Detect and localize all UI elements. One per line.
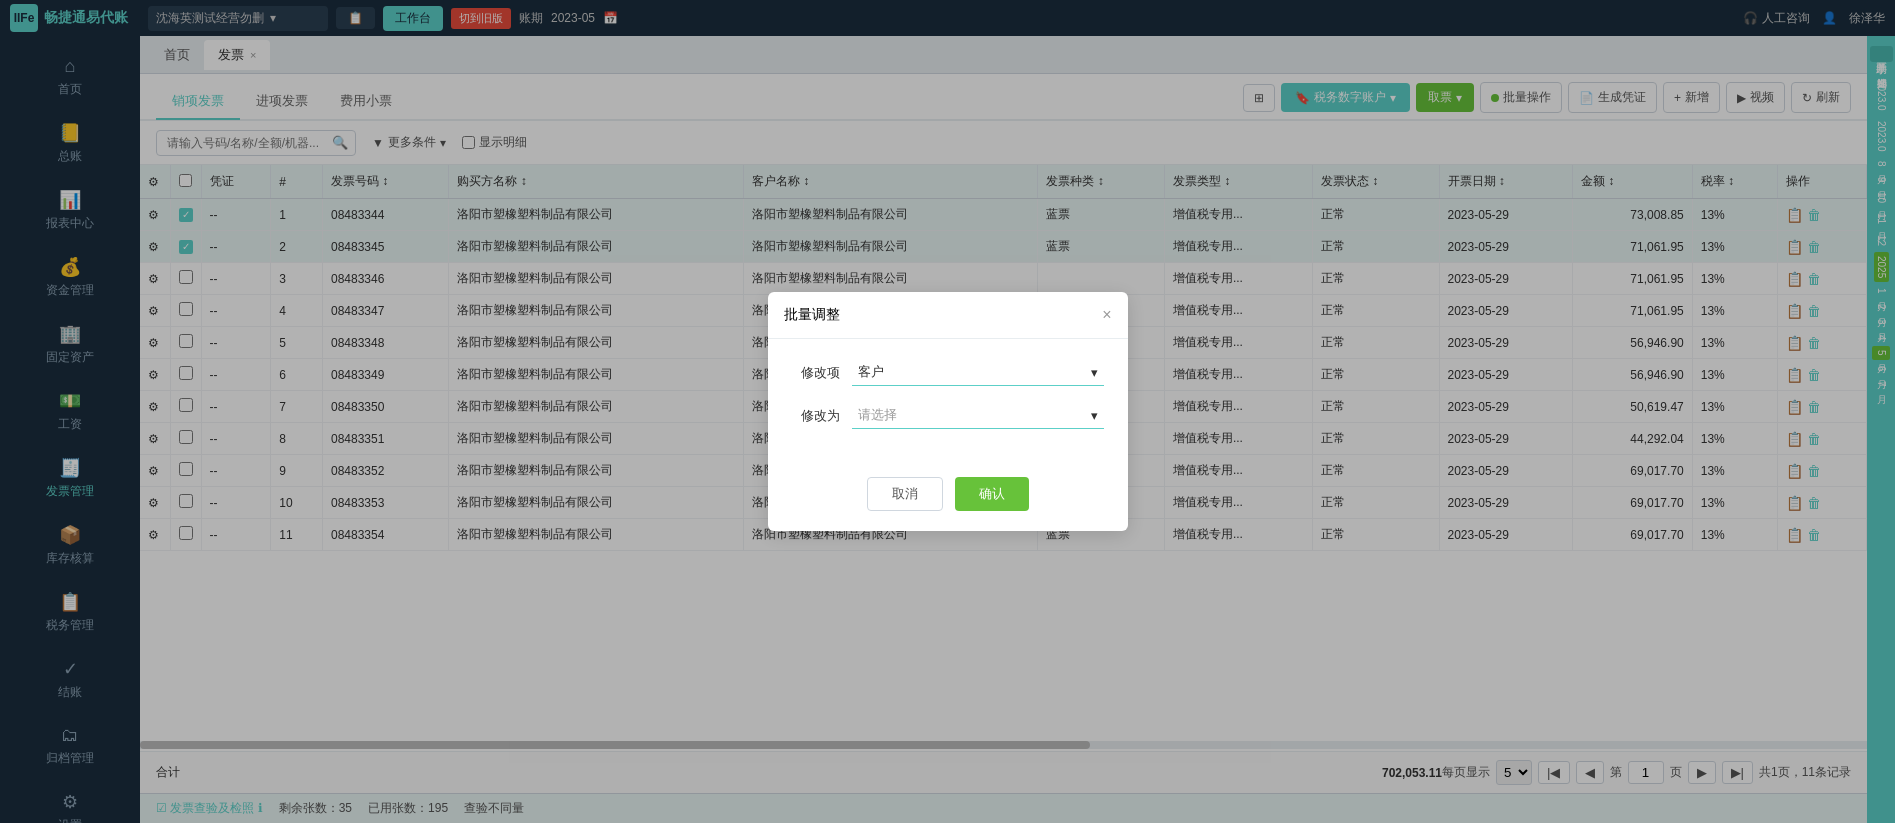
- dialog-cancel-btn[interactable]: 取消: [867, 477, 943, 511]
- chevron-down-icon: ▾: [1091, 408, 1098, 423]
- modal-overlay[interactable]: 批量调整 × 修改项 客户 ▾ 修改为 请选择 ▾ 取消 确认: [0, 0, 1895, 823]
- modify-field-row: 修改项 客户 ▾: [792, 359, 1104, 386]
- batch-adjust-dialog: 批量调整 × 修改项 客户 ▾ 修改为 请选择 ▾ 取消 确认: [768, 292, 1128, 531]
- dialog-header: 批量调整 ×: [768, 292, 1128, 339]
- modify-to-placeholder: 请选择: [858, 406, 897, 424]
- modify-field-value: 客户: [858, 363, 884, 381]
- dialog-title: 批量调整: [784, 306, 840, 324]
- modify-to-label: 修改为: [792, 407, 840, 425]
- dialog-close-btn[interactable]: ×: [1102, 306, 1111, 324]
- modify-to-select[interactable]: 请选择 ▾: [852, 402, 1104, 429]
- chevron-down-icon: ▾: [1091, 365, 1098, 380]
- dialog-confirm-btn[interactable]: 确认: [955, 477, 1029, 511]
- modify-to-row: 修改为 请选择 ▾: [792, 402, 1104, 429]
- dialog-footer: 取消 确认: [768, 465, 1128, 531]
- modify-field-select[interactable]: 客户 ▾: [852, 359, 1104, 386]
- modify-field-label: 修改项: [792, 364, 840, 382]
- dialog-body: 修改项 客户 ▾ 修改为 请选择 ▾: [768, 339, 1128, 465]
